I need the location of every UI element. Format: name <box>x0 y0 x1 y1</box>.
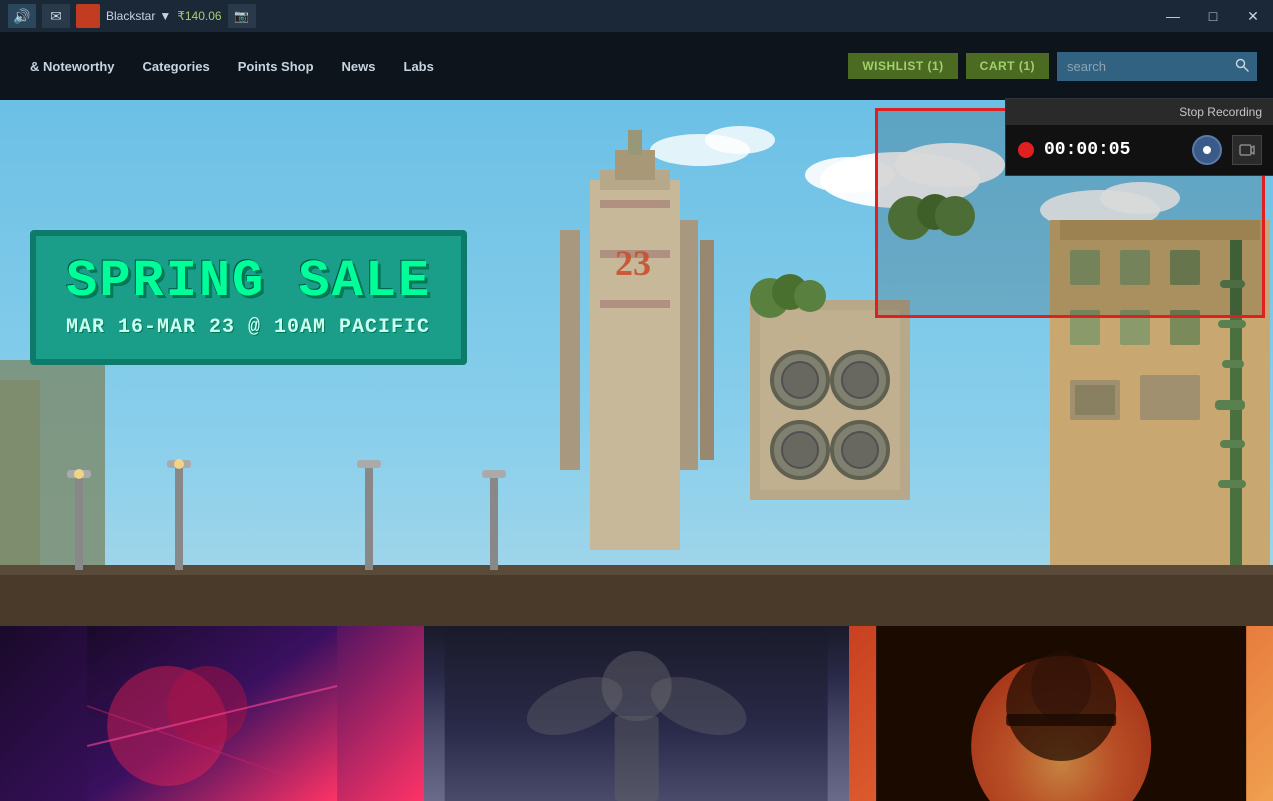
nav-link-labs[interactable]: Labs <box>390 51 448 82</box>
nav-link-noteworthy[interactable]: & Noteworthy <box>16 51 129 82</box>
recording-camera-button[interactable] <box>1232 135 1262 165</box>
mail-button[interactable]: ✉ <box>42 4 70 28</box>
search-container <box>1057 52 1257 81</box>
recording-panel: Stop Recording 00:00:05 <box>1005 98 1273 176</box>
thumb-1-art <box>0 626 424 801</box>
nav-bar: & Noteworthy Categories Points Shop News… <box>0 32 1273 100</box>
main-content: 23 <box>0 100 1273 801</box>
maximize-button[interactable]: □ <box>1193 0 1233 32</box>
search-input[interactable] <box>1057 53 1227 80</box>
search-icon <box>1235 58 1249 72</box>
balance-label: ₹140.06 <box>177 9 221 23</box>
thumbnail-1[interactable] <box>0 626 424 801</box>
search-button[interactable] <box>1227 52 1257 81</box>
thumbnail-3[interactable] <box>849 626 1273 801</box>
thumbnail-2[interactable] <box>424 626 848 801</box>
title-bar: 🔊 ✉ Blackstar ▼ ₹140.06 📷 — □ ✕ <box>0 0 1273 32</box>
cart-button[interactable]: CART (1) <box>966 53 1049 79</box>
thumbnails <box>0 626 1273 801</box>
nav-link-news[interactable]: News <box>328 51 390 82</box>
recording-controls: 00:00:05 <box>1006 125 1273 175</box>
stop-recording-label: Stop Recording <box>1179 105 1262 119</box>
screenshot-button[interactable]: 📷 <box>228 4 256 28</box>
thumb-3-art <box>849 626 1273 801</box>
title-bar-left: 🔊 ✉ Blackstar ▼ ₹140.06 📷 <box>8 4 256 28</box>
stop-recording-bar: Stop Recording <box>1006 99 1273 125</box>
recording-timer: 00:00:05 <box>1044 140 1182 160</box>
stop-icon <box>1201 144 1213 156</box>
camera-icon <box>1239 143 1255 157</box>
sale-title: SPRING SALE <box>66 256 431 308</box>
nav-link-categories[interactable]: Categories <box>129 51 224 82</box>
nav-links: & Noteworthy Categories Points Shop News… <box>16 51 848 82</box>
username-label: Blackstar ▼ <box>106 9 171 23</box>
minimize-button[interactable]: — <box>1153 0 1193 32</box>
nav-right: WISHLIST (1) CART (1) <box>848 52 1257 81</box>
sale-sign: SPRING SALE MAR 16-MAR 23 @ 10AM PACIFIC <box>30 230 467 365</box>
recording-dot-icon <box>1018 142 1034 158</box>
thumb-2-art <box>424 626 848 801</box>
sale-dates: MAR 16-MAR 23 @ 10AM PACIFIC <box>66 316 431 339</box>
close-button[interactable]: ✕ <box>1233 0 1273 32</box>
svg-text:23: 23 <box>615 243 651 283</box>
city-svg: 23 <box>0 100 1273 630</box>
speaker-button[interactable]: 🔊 <box>8 4 36 28</box>
nav-link-points-shop[interactable]: Points Shop <box>224 51 328 82</box>
wishlist-button[interactable]: WISHLIST (1) <box>848 53 957 79</box>
window-controls: — □ ✕ <box>1153 0 1273 32</box>
hero-banner: 23 <box>0 100 1273 630</box>
recording-stop-button[interactable] <box>1192 135 1222 165</box>
avatar <box>76 4 100 28</box>
